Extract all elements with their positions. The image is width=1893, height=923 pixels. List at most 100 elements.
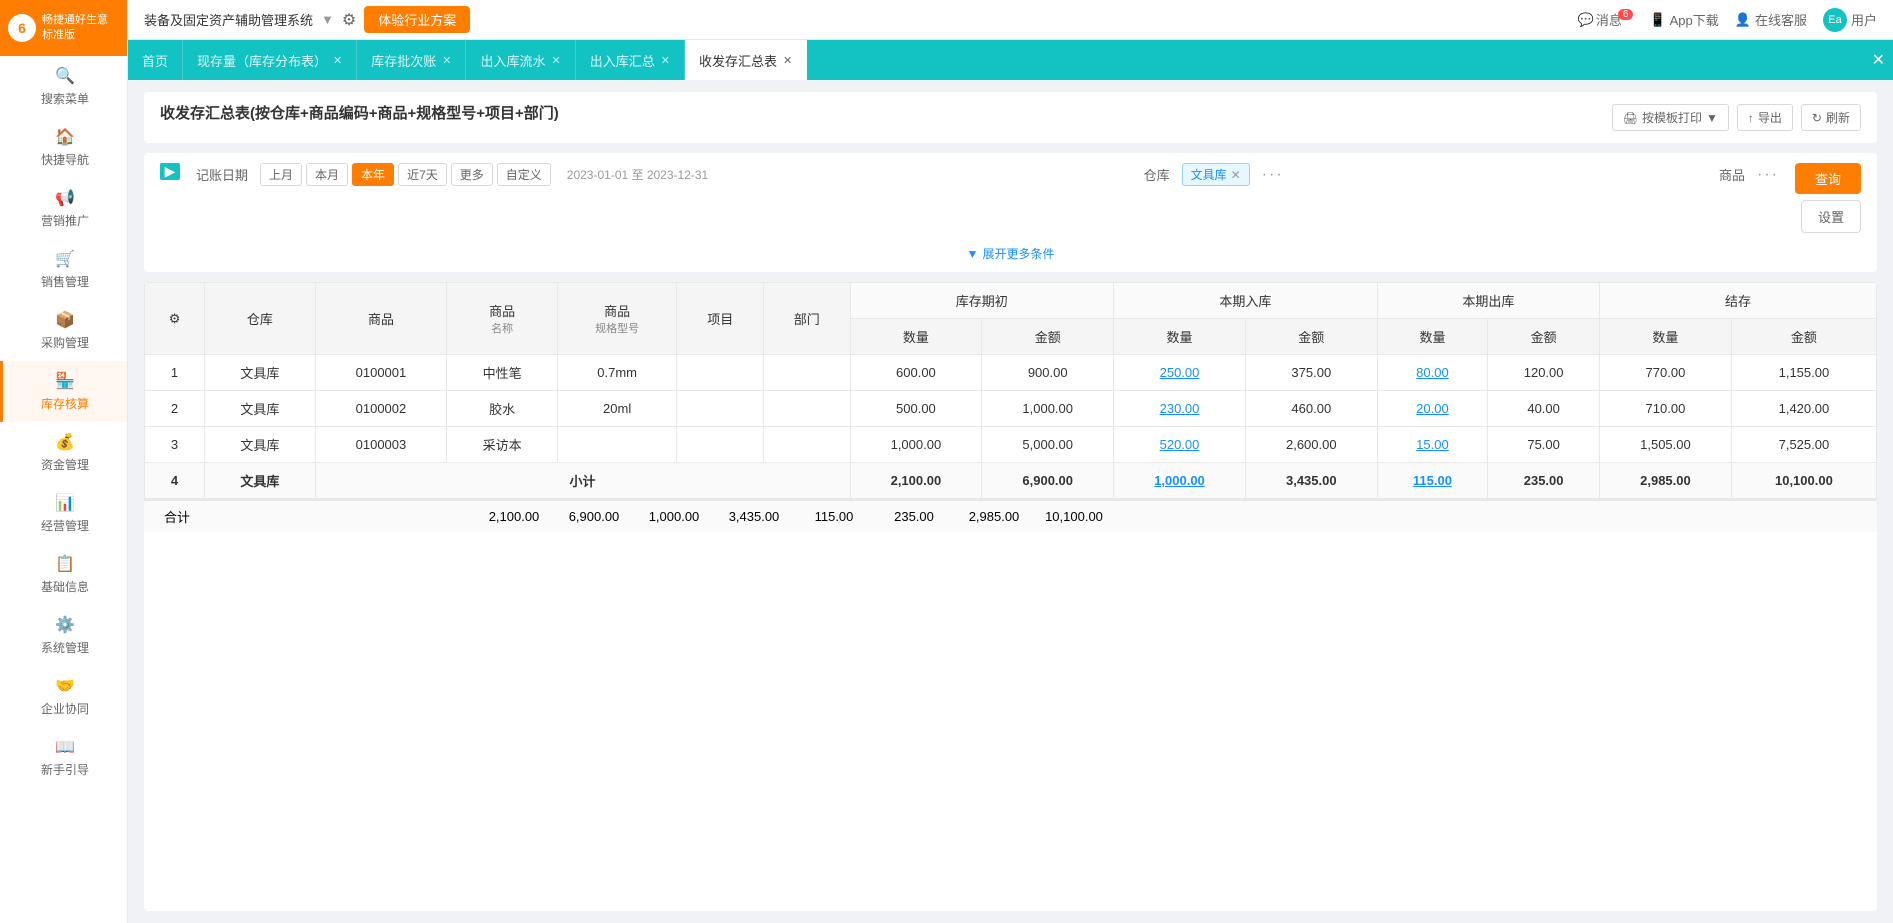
tab-close[interactable]: ✕ — [661, 54, 670, 67]
print-icon: 🖨 — [1623, 111, 1638, 125]
date-shortcut-近7天[interactable]: 近7天 — [398, 163, 447, 186]
th-open-qty: 数量 — [850, 319, 982, 355]
goods-more-btn[interactable]: ··· — [1757, 166, 1779, 184]
sidebar-item-system[interactable]: ⚙️系统管理 — [0, 605, 127, 666]
sidebar-label-finance: 资金管理 — [41, 456, 89, 473]
chevron-down-icon: ▼ — [1706, 111, 1718, 125]
tab---[interactable]: 首页 — [128, 40, 183, 80]
cell-dept — [763, 355, 850, 391]
print-button[interactable]: 🖨 按模板打印 ▼ — [1612, 104, 1729, 131]
tabbar-close[interactable]: ✕ — [1872, 50, 1885, 70]
date-shortcut-本年[interactable]: 本年 — [352, 163, 394, 186]
filter-actions: 查询 设置 — [1795, 163, 1861, 233]
sidebar-item-inventory[interactable]: 🏪库存核算 — [0, 361, 127, 422]
total-bar: 合计 2,100.00 6,900.00 1,000.00 3,435.00 1… — [144, 499, 1877, 532]
th-in-qty: 数量 — [1114, 319, 1246, 355]
tab------[interactable]: 出入库流水✕ — [466, 40, 575, 80]
subtotal-in-qty[interactable]: 1,000.00 — [1114, 463, 1246, 499]
filter-collapse-btn[interactable]: ▶ — [160, 163, 180, 180]
subtotal-open-amt: 6,900.00 — [982, 463, 1114, 499]
logo-icon: 6 — [8, 14, 36, 42]
subtotal-bal-amt: 10,100.00 — [1731, 463, 1876, 499]
cell-in-qty[interactable]: 230.00 — [1114, 391, 1246, 427]
warehouse-tag-text: 文具库 — [1191, 166, 1227, 183]
total-in-qty: 1,000.00 — [634, 509, 714, 524]
tab-close[interactable]: ✕ — [442, 54, 451, 67]
sidebar-icon-collab: 🤝 — [55, 676, 75, 696]
tab------[interactable]: 库存批次账✕ — [357, 40, 466, 80]
tab-------[interactable]: 收发存汇总表 ✕ — [685, 40, 807, 80]
sidebar-label-search: 搜索菜单 — [41, 90, 89, 107]
message-area[interactable]: 💬 消息 6 — [1578, 10, 1634, 29]
th-in-amt: 金额 — [1245, 319, 1377, 355]
tab-close[interactable]: ✕ — [783, 54, 792, 67]
cell-out-qty[interactable]: 15.00 — [1377, 427, 1488, 463]
app-version: 标准版 — [42, 28, 108, 43]
sidebar-item-basic[interactable]: 📋基础信息 — [0, 544, 127, 605]
sidebar-item-marketing[interactable]: 📢营销推广 — [0, 178, 127, 239]
cell-out-amt: 40.00 — [1488, 391, 1600, 427]
total-open-amt: 6,900.00 — [554, 509, 634, 524]
sidebar-item-collab[interactable]: 🤝 企业协同 — [0, 666, 127, 727]
data-table: ⚙ 仓库 商品 商品名称 商品规格型号 项目 部门 库存期初 本期入库 本期出库… — [144, 282, 1877, 499]
user-label: 用户 — [1851, 10, 1877, 29]
cell-out-qty[interactable]: 80.00 — [1377, 355, 1488, 391]
cell-out-qty[interactable]: 20.00 — [1377, 391, 1488, 427]
settings-icon[interactable]: ⚙ — [342, 10, 356, 30]
try-button[interactable]: 体验行业方案 — [364, 6, 470, 33]
sidebar-item-purchase[interactable]: 📦采购管理 — [0, 300, 127, 361]
app-download-area[interactable]: 📱 App下载 — [1649, 10, 1718, 29]
refresh-button[interactable]: ↻ 刷新 — [1801, 104, 1861, 131]
th-dept: 部门 — [763, 283, 850, 355]
tab------[interactable]: 出入库汇总✕ — [576, 40, 685, 80]
sidebar-icon-search: 🔍 — [55, 66, 75, 86]
settings-button[interactable]: 设置 — [1801, 200, 1861, 233]
user-area[interactable]: Ea 用户 — [1823, 8, 1877, 32]
expand-btn[interactable]: ▼ 展开更多条件 — [160, 245, 1861, 262]
subtotal-out-qty[interactable]: 115.00 — [1377, 463, 1488, 499]
sidebar-label-collab: 企业协同 — [41, 700, 89, 717]
system-name: 装备及固定资产辅助管理系统 — [144, 10, 313, 29]
sidebar-item-finance[interactable]: 💰资金管理 — [0, 422, 127, 483]
user-icon: Ea — [1823, 8, 1847, 32]
export-button[interactable]: ↑ 导出 — [1737, 104, 1793, 131]
service-icon: 👤 — [1735, 12, 1751, 28]
tab-close[interactable]: ✕ — [333, 54, 342, 67]
sidebar-label-basic: 基础信息 — [41, 578, 89, 595]
warehouse-tag-remove[interactable]: ✕ — [1231, 168, 1241, 182]
th-settings[interactable]: ⚙ — [145, 283, 205, 355]
subtotal-bal-qty: 2,985.00 — [1600, 463, 1732, 499]
date-shortcut-本月[interactable]: 本月 — [306, 163, 348, 186]
cell-warehouse: 文具库 — [205, 391, 315, 427]
sidebar-item-quick[interactable]: 🏠快捷导航 — [0, 117, 127, 178]
tab-label: 收发存汇总表 — [699, 51, 777, 70]
cell-in-qty[interactable]: 250.00 — [1114, 355, 1246, 391]
tab-label: 现存量（库存分布表） — [197, 51, 327, 70]
date-shortcut-更多[interactable]: 更多 — [451, 163, 493, 186]
filter-row-1: 记账日期 上月本月本年近7天更多自定义 2023-01-01 至 2023-12… — [196, 163, 1779, 186]
query-button[interactable]: 查询 — [1795, 163, 1861, 194]
th-bal-qty: 数量 — [1600, 319, 1732, 355]
cell-in-qty[interactable]: 520.00 — [1114, 427, 1246, 463]
subtotal-out-amt: 235.00 — [1488, 463, 1600, 499]
online-service-area[interactable]: 👤 在线客服 — [1735, 10, 1807, 29]
date-shortcut-上月[interactable]: 上月 — [260, 163, 302, 186]
tab-close[interactable]: ✕ — [552, 54, 561, 67]
sidebar-item-search[interactable]: 🔍 搜索菜单 — [0, 56, 127, 117]
date-shortcut-自定义[interactable]: 自定义 — [497, 163, 551, 186]
sidebar-item-operation[interactable]: 📊经营管理 — [0, 483, 127, 544]
warehouse-more-btn[interactable]: ··· — [1262, 166, 1284, 184]
sidebar-icon-system: ⚙️ — [55, 615, 75, 635]
system-selector[interactable]: ▼ — [321, 12, 334, 27]
cell-spec: 0.7mm — [557, 355, 677, 391]
warehouse-tag[interactable]: 文具库 ✕ — [1182, 163, 1250, 186]
sidebar-item-sales[interactable]: 🛒销售管理 — [0, 239, 127, 300]
tab-----------[interactable]: 现存量（库存分布表） ✕ — [183, 40, 357, 80]
page-header: 收发存汇总表(按仓库+商品编码+商品+规格型号+项目+部门) 🖨 按模板打印 ▼… — [144, 92, 1877, 143]
th-balance-group: 结存 — [1600, 283, 1877, 319]
cell-warehouse: 文具库 — [205, 355, 315, 391]
sidebar-item-guide[interactable]: 📖新手引导 — [0, 727, 127, 788]
cell-name: 中性笔 — [447, 355, 557, 391]
th-in-group: 本期入库 — [1114, 283, 1378, 319]
th-open-amt: 金额 — [982, 319, 1114, 355]
